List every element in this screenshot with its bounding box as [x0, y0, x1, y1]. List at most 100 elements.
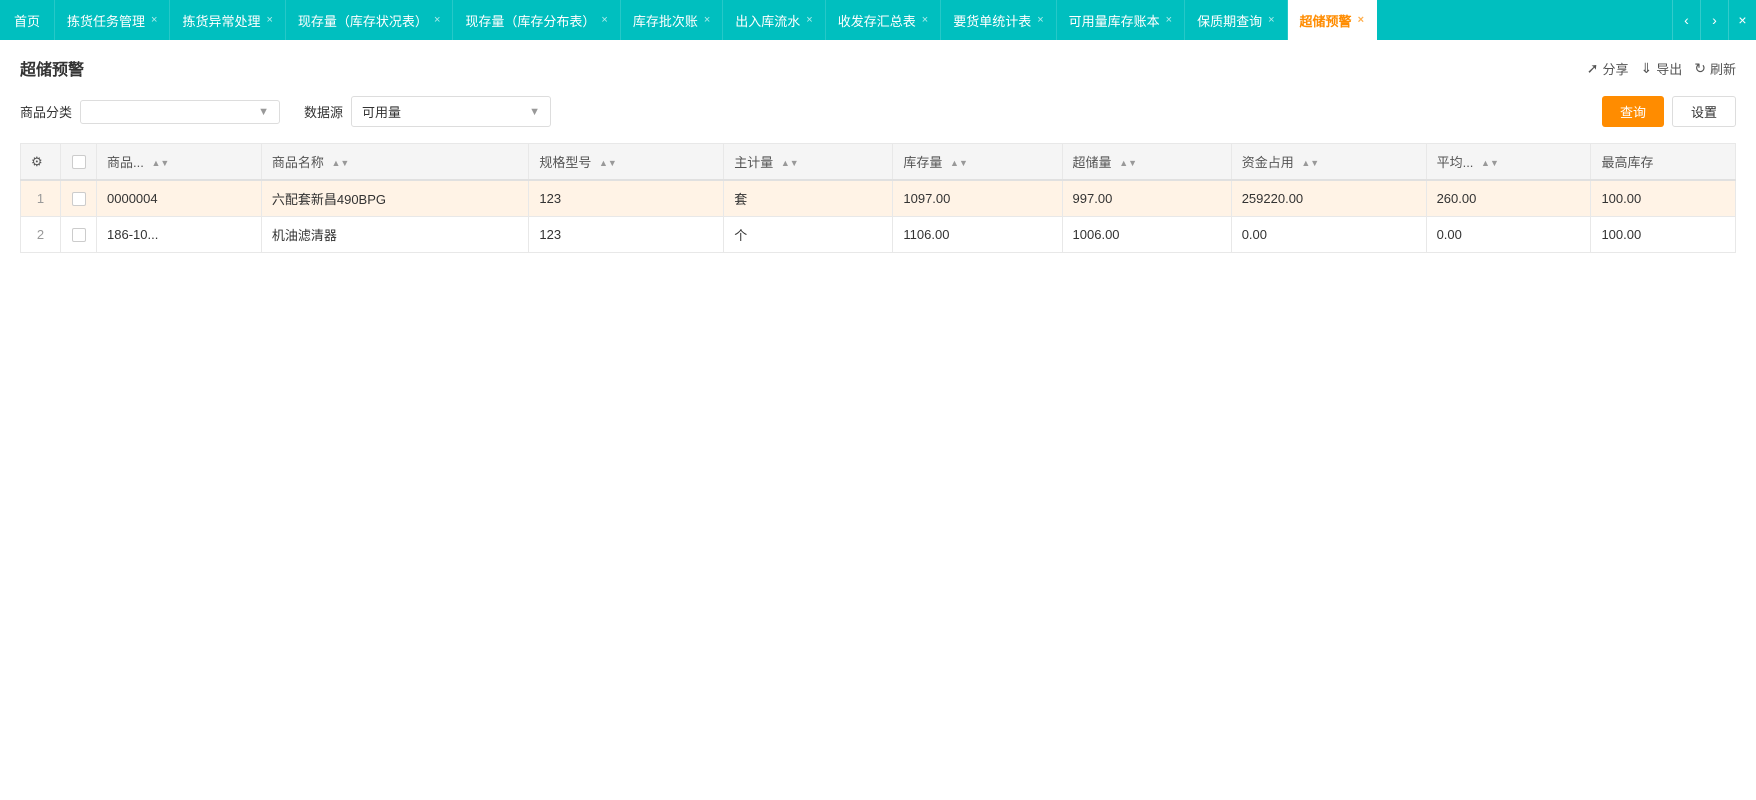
- col-checkbox-header[interactable]: [61, 144, 97, 181]
- row-index-0: 1: [21, 180, 61, 217]
- export-label: 导出: [1656, 59, 1682, 78]
- nav-tab-10[interactable]: 超储预警 ×: [1288, 0, 1377, 40]
- nav-tab-close-10[interactable]: ×: [1358, 14, 1364, 26]
- row-product-name-0: 六配套新昌490BPG: [261, 180, 529, 217]
- nav-tab-label-5: 出入库流水: [735, 11, 800, 30]
- row-overstock-1: 1006.00: [1062, 217, 1231, 253]
- col-overstock-header[interactable]: 超储量 ▲▼: [1062, 144, 1231, 181]
- col-spec-label: 规格型号: [539, 155, 591, 170]
- col-unit-header[interactable]: 主计量 ▲▼: [724, 144, 893, 181]
- sort-icon-5: ▲▼: [950, 159, 968, 168]
- col-product-code-header[interactable]: 商品... ▲▼: [97, 144, 262, 181]
- nav-tab-close-4[interactable]: ×: [704, 14, 710, 26]
- export-icon: ⇓: [1641, 60, 1653, 77]
- sort-icon-6: ▲▼: [1119, 159, 1137, 168]
- product-category-select[interactable]: ▼: [80, 100, 280, 124]
- nav-tab-1[interactable]: 拣货异常处理 ×: [170, 0, 285, 40]
- nav-tab-close-2[interactable]: ×: [434, 14, 440, 26]
- share-label: 分享: [1602, 59, 1628, 78]
- nav-tab-label-3: 现存量（库存分布表）: [465, 11, 595, 30]
- chevron-down-icon-2: ▼: [529, 106, 540, 118]
- col-capital-label: 资金占用: [1242, 155, 1294, 170]
- nav-next-arrow[interactable]: ›: [1700, 0, 1728, 40]
- nav-tab-close-7[interactable]: ×: [1037, 14, 1043, 26]
- nav-home[interactable]: 首页: [0, 0, 55, 40]
- col-unit-label: 主计量: [734, 155, 773, 170]
- nav-tab-close-5[interactable]: ×: [806, 14, 812, 26]
- page-title: 超储预警: [20, 56, 84, 80]
- product-category-label: 商品分类: [20, 102, 72, 121]
- sort-icon-2: ▲▼: [332, 159, 350, 168]
- sort-icon-8: ▲▼: [1481, 159, 1499, 168]
- sort-icon-4: ▲▼: [781, 159, 799, 168]
- nav-tab-label-2: 现存量（库存状况表）: [298, 11, 428, 30]
- nav-tab-8[interactable]: 可用量库存账本 ×: [1057, 0, 1185, 40]
- filter-buttons: 查询 设置: [1602, 96, 1736, 127]
- nav-tab-9[interactable]: 保质期查询 ×: [1185, 0, 1287, 40]
- col-spec-header[interactable]: 规格型号 ▲▼: [529, 144, 724, 181]
- col-stock-header[interactable]: 库存量 ▲▼: [893, 144, 1062, 181]
- row-product-code-0: 0000004: [97, 180, 262, 217]
- sort-icon: ▲▼: [151, 159, 169, 168]
- table-row: 2 186-10... 机油滤清器 123 个 1106.00 1006.00 …: [21, 217, 1736, 253]
- col-avg-label: 平均...: [1437, 155, 1474, 170]
- share-button[interactable]: ➚ 分享: [1587, 59, 1629, 78]
- refresh-label: 刷新: [1710, 59, 1736, 78]
- nav-tab-close-0[interactable]: ×: [151, 14, 157, 26]
- settings-button[interactable]: 设置: [1672, 96, 1736, 127]
- col-overstock-label: 超储量: [1073, 155, 1112, 170]
- nav-prev-arrow[interactable]: ‹: [1672, 0, 1700, 40]
- nav-tab-2[interactable]: 现存量（库存状况表） ×: [286, 0, 453, 40]
- export-button[interactable]: ⇓ 导出: [1641, 59, 1683, 78]
- row-spec-0: 123: [529, 180, 724, 217]
- nav-tab-5[interactable]: 出入库流水 ×: [723, 0, 825, 40]
- row-avg-0: 260.00: [1426, 180, 1591, 217]
- row-checkbox-1[interactable]: [72, 228, 86, 242]
- nav-tab-close-6[interactable]: ×: [922, 14, 928, 26]
- nav-tab-3[interactable]: 现存量（库存分布表） ×: [453, 0, 620, 40]
- row-checkbox-cell-0[interactable]: [61, 180, 97, 217]
- header-actions: ➚ 分享 ⇓ 导出 ↻ 刷新: [1587, 59, 1736, 78]
- row-capital-1: 0.00: [1231, 217, 1426, 253]
- page-content: 超储预警 ➚ 分享 ⇓ 导出 ↻ 刷新 商品分类 ▼ 数据源: [0, 40, 1756, 800]
- col-stock-label: 库存量: [903, 155, 942, 170]
- col-settings[interactable]: ⚙: [21, 144, 61, 181]
- nav-close-arrow[interactable]: ×: [1728, 0, 1756, 40]
- nav-tab-close-1[interactable]: ×: [266, 14, 272, 26]
- row-unit-1: 个: [724, 217, 893, 253]
- data-source-label: 数据源: [304, 102, 343, 121]
- row-maxstock-0: 100.00: [1591, 180, 1736, 217]
- query-button[interactable]: 查询: [1602, 96, 1664, 127]
- data-source-value: 可用量: [362, 102, 401, 121]
- header-checkbox[interactable]: [72, 155, 86, 169]
- nav-tab-close-8[interactable]: ×: [1166, 14, 1172, 26]
- row-checkbox-0[interactable]: [72, 192, 86, 206]
- refresh-button[interactable]: ↻ 刷新: [1694, 59, 1736, 78]
- nav-tab-label-10: 超储预警: [1300, 11, 1352, 30]
- row-spec-1: 123: [529, 217, 724, 253]
- nav-tab-0[interactable]: 拣货任务管理 ×: [55, 0, 170, 40]
- col-capital-header[interactable]: 资金占用 ▲▼: [1231, 144, 1426, 181]
- col-maxstock-header[interactable]: 最高库存: [1591, 144, 1736, 181]
- refresh-icon: ↻: [1694, 60, 1706, 77]
- row-checkbox-cell-1[interactable]: [61, 217, 97, 253]
- row-capital-0: 259220.00: [1231, 180, 1426, 217]
- nav-tab-close-3[interactable]: ×: [601, 14, 607, 26]
- row-stock-1: 1106.00: [893, 217, 1062, 253]
- col-avg-header[interactable]: 平均... ▲▼: [1426, 144, 1591, 181]
- nav-tab-7[interactable]: 要货单统计表 ×: [941, 0, 1056, 40]
- share-icon: ➚: [1587, 60, 1599, 77]
- data-source-select[interactable]: 可用量 ▼: [351, 96, 551, 127]
- nav-tab-6[interactable]: 收发存汇总表 ×: [826, 0, 941, 40]
- col-product-name-header[interactable]: 商品名称 ▲▼: [261, 144, 529, 181]
- row-maxstock-1: 100.00: [1591, 217, 1736, 253]
- row-index-1: 2: [21, 217, 61, 253]
- nav-tab-close-9[interactable]: ×: [1268, 14, 1274, 26]
- nav-tab-4[interactable]: 库存批次账 ×: [621, 0, 723, 40]
- nav-tab-label-7: 要货单统计表: [953, 11, 1031, 30]
- row-avg-1: 0.00: [1426, 217, 1591, 253]
- row-unit-0: 套: [724, 180, 893, 217]
- data-source-filter: 数据源 可用量 ▼: [304, 96, 551, 127]
- row-overstock-0: 997.00: [1062, 180, 1231, 217]
- nav-tab-label-0: 拣货任务管理: [67, 11, 145, 30]
